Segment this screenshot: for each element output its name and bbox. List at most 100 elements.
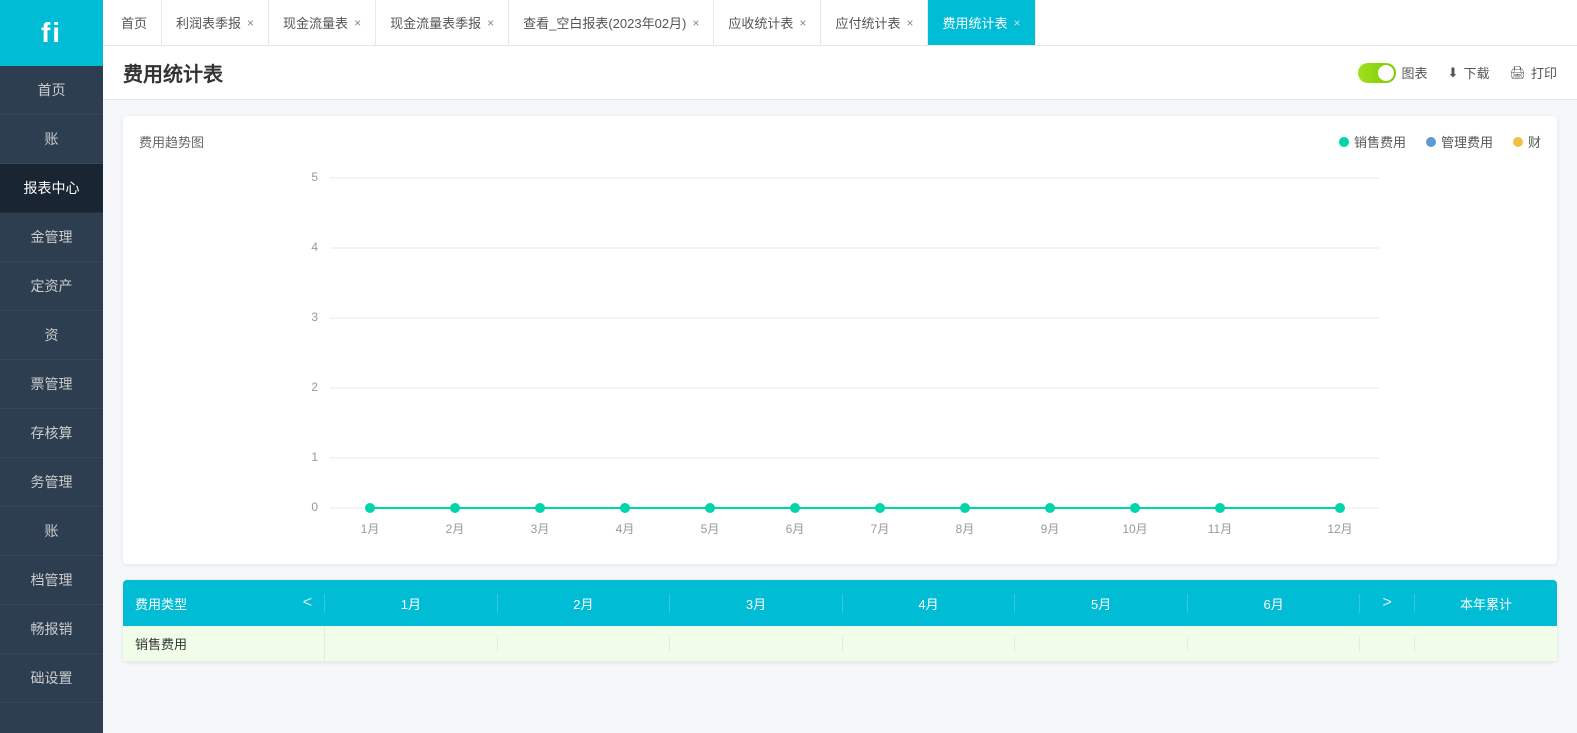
th-m1: 1月	[325, 594, 498, 613]
sidebar-item-ledger[interactable]: 账	[0, 507, 103, 556]
sidebar-item-invoice[interactable]: 票管理	[0, 360, 103, 409]
page-header: 费用统计表 图表 ⬇ 下载 🖨 打印	[103, 46, 1577, 100]
sidebar-item-stock[interactable]: 存核算	[0, 409, 103, 458]
legend-dot-finance	[1513, 137, 1523, 147]
tab-close-receivable[interactable]: ×	[799, 16, 806, 30]
tab-blank-report[interactable]: 查看_空白报表(2023年02月) ×	[509, 0, 714, 45]
chart-toggle-container: 图表	[1358, 63, 1428, 83]
td-ytd	[1415, 636, 1557, 652]
td-nav-spacer	[1360, 636, 1415, 652]
download-label: 下载	[1463, 63, 1489, 82]
chart-header: 费用趋势图 销售费用 管理费用 财	[139, 132, 1541, 151]
th-m4: 4月	[843, 594, 1016, 613]
svg-text:2: 2	[311, 380, 318, 394]
svg-text:5: 5	[311, 170, 318, 184]
sidebar-item-home[interactable]: 首页	[0, 66, 103, 115]
data-table-section: 费用类型 < 1月 2月 3月 4月 5月 6月 > 本年累计 销售费用	[123, 580, 1557, 662]
sidebar-item-writeoff[interactable]: 畅报销	[0, 605, 103, 654]
svg-text:6月: 6月	[786, 522, 805, 536]
legend-admin: 管理费用	[1426, 132, 1493, 151]
tab-close-payable[interactable]: ×	[906, 16, 913, 30]
td-m6	[1188, 636, 1361, 652]
svg-text:5月: 5月	[701, 522, 720, 536]
th-ytd: 本年累计	[1415, 594, 1557, 613]
chart-title: 费用趋势图	[139, 132, 204, 151]
th-m5: 5月	[1015, 594, 1188, 613]
svg-text:0: 0	[311, 500, 318, 514]
table-nav-prev[interactable]: <	[303, 594, 312, 612]
sidebar: fi 首页 账 报表中心 金管理 定资产 资 票管理 存核算 务管理 账 档管理…	[0, 0, 103, 733]
download-button[interactable]: ⬇ 下载	[1448, 63, 1490, 82]
svg-text:8月: 8月	[956, 522, 975, 536]
svg-text:1月: 1月	[361, 522, 380, 536]
svg-text:3: 3	[311, 310, 318, 324]
svg-text:3月: 3月	[531, 522, 550, 536]
page-area: 费用统计表 图表 ⬇ 下载 🖨 打印 费	[103, 46, 1577, 733]
print-label: 打印	[1531, 63, 1557, 82]
tab-cashflow[interactable]: 现金流量表 ×	[269, 0, 376, 45]
tab-close-cashflow[interactable]: ×	[354, 16, 361, 30]
table-row: 销售费用	[123, 626, 1557, 662]
sidebar-item-settings[interactable]: 础设置	[0, 654, 103, 703]
tab-profit[interactable]: 利润表季报 ×	[162, 0, 269, 45]
tab-cashflow-quarter[interactable]: 现金流量表季报 ×	[376, 0, 509, 45]
svg-text:10月: 10月	[1122, 522, 1147, 536]
legend-dot-admin	[1426, 137, 1436, 147]
app-logo: fi	[0, 0, 103, 66]
td-m4	[843, 636, 1016, 652]
td-m5	[1015, 636, 1188, 652]
tab-expense[interactable]: 费用统计表 ×	[928, 0, 1035, 45]
tab-close-cashflow-quarter[interactable]: ×	[487, 16, 494, 30]
table-nav-next[interactable]: >	[1383, 594, 1392, 612]
print-button[interactable]: 🖨 打印	[1509, 63, 1557, 82]
sidebar-item-asset[interactable]: 定资产	[0, 262, 103, 311]
legend-finance: 财	[1513, 132, 1541, 151]
sidebar-item-account[interactable]: 账	[0, 115, 103, 164]
th-m3: 3月	[670, 594, 843, 613]
sidebar-item-service[interactable]: 务管理	[0, 458, 103, 507]
download-icon: ⬇	[1448, 65, 1459, 81]
legend-sales: 销售费用	[1339, 132, 1406, 151]
td-m2	[498, 636, 671, 652]
table-nav-next-cell: >	[1360, 594, 1415, 612]
chart-card: 费用趋势图 销售费用 管理费用 财	[123, 116, 1557, 564]
sidebar-item-report[interactable]: 报表中心	[0, 164, 103, 213]
svg-text:1: 1	[311, 450, 318, 464]
td-type: 销售费用	[123, 626, 325, 661]
svg-text:11月: 11月	[1208, 522, 1232, 536]
svg-text:7月: 7月	[871, 522, 890, 536]
chart-svg-container: 5 4 3 2 1 0	[139, 163, 1541, 548]
tab-home[interactable]: 首页	[107, 0, 162, 45]
legend-label-admin: 管理费用	[1441, 132, 1493, 151]
tab-close-profit[interactable]: ×	[247, 16, 254, 30]
svg-text:12月: 12月	[1327, 522, 1352, 536]
legend-label-finance: 财	[1528, 132, 1541, 151]
svg-text:2月: 2月	[446, 522, 465, 536]
tab-receivable[interactable]: 应收统计表 ×	[714, 0, 821, 45]
td-m1	[325, 636, 498, 652]
svg-text:9月: 9月	[1041, 522, 1060, 536]
page-title: 费用统计表	[123, 58, 223, 87]
sidebar-item-fund[interactable]: 金管理	[0, 213, 103, 262]
print-icon: 🖨	[1509, 65, 1526, 81]
chart-legend: 销售费用 管理费用 财	[1339, 132, 1541, 151]
tab-payable[interactable]: 应付统计表 ×	[821, 0, 928, 45]
tab-close-expense[interactable]: ×	[1013, 16, 1020, 30]
content-area: 费用趋势图 销售费用 管理费用 财	[103, 100, 1577, 733]
sidebar-item-archive[interactable]: 档管理	[0, 556, 103, 605]
table-header-row: 费用类型 < 1月 2月 3月 4月 5月 6月 > 本年累计	[123, 580, 1557, 626]
chart-toggle-label: 图表	[1402, 63, 1428, 82]
tab-close-blank-report[interactable]: ×	[692, 16, 699, 30]
sidebar-item-invest[interactable]: 资	[0, 311, 103, 360]
main-area: 首页 利润表季报 × 现金流量表 × 现金流量表季报 × 查看_空白报表(202…	[103, 0, 1577, 733]
legend-label-sales: 销售费用	[1354, 132, 1406, 151]
th-m2: 2月	[498, 594, 671, 613]
svg-text:4月: 4月	[616, 522, 635, 536]
legend-dot-sales	[1339, 137, 1349, 147]
th-type: 费用类型 <	[123, 594, 325, 613]
chart-toggle[interactable]	[1358, 63, 1396, 83]
svg-text:4: 4	[311, 240, 318, 254]
chart-svg: 5 4 3 2 1 0	[139, 163, 1541, 543]
tab-bar: 首页 利润表季报 × 现金流量表 × 现金流量表季报 × 查看_空白报表(202…	[103, 0, 1577, 46]
td-m3	[670, 636, 843, 652]
